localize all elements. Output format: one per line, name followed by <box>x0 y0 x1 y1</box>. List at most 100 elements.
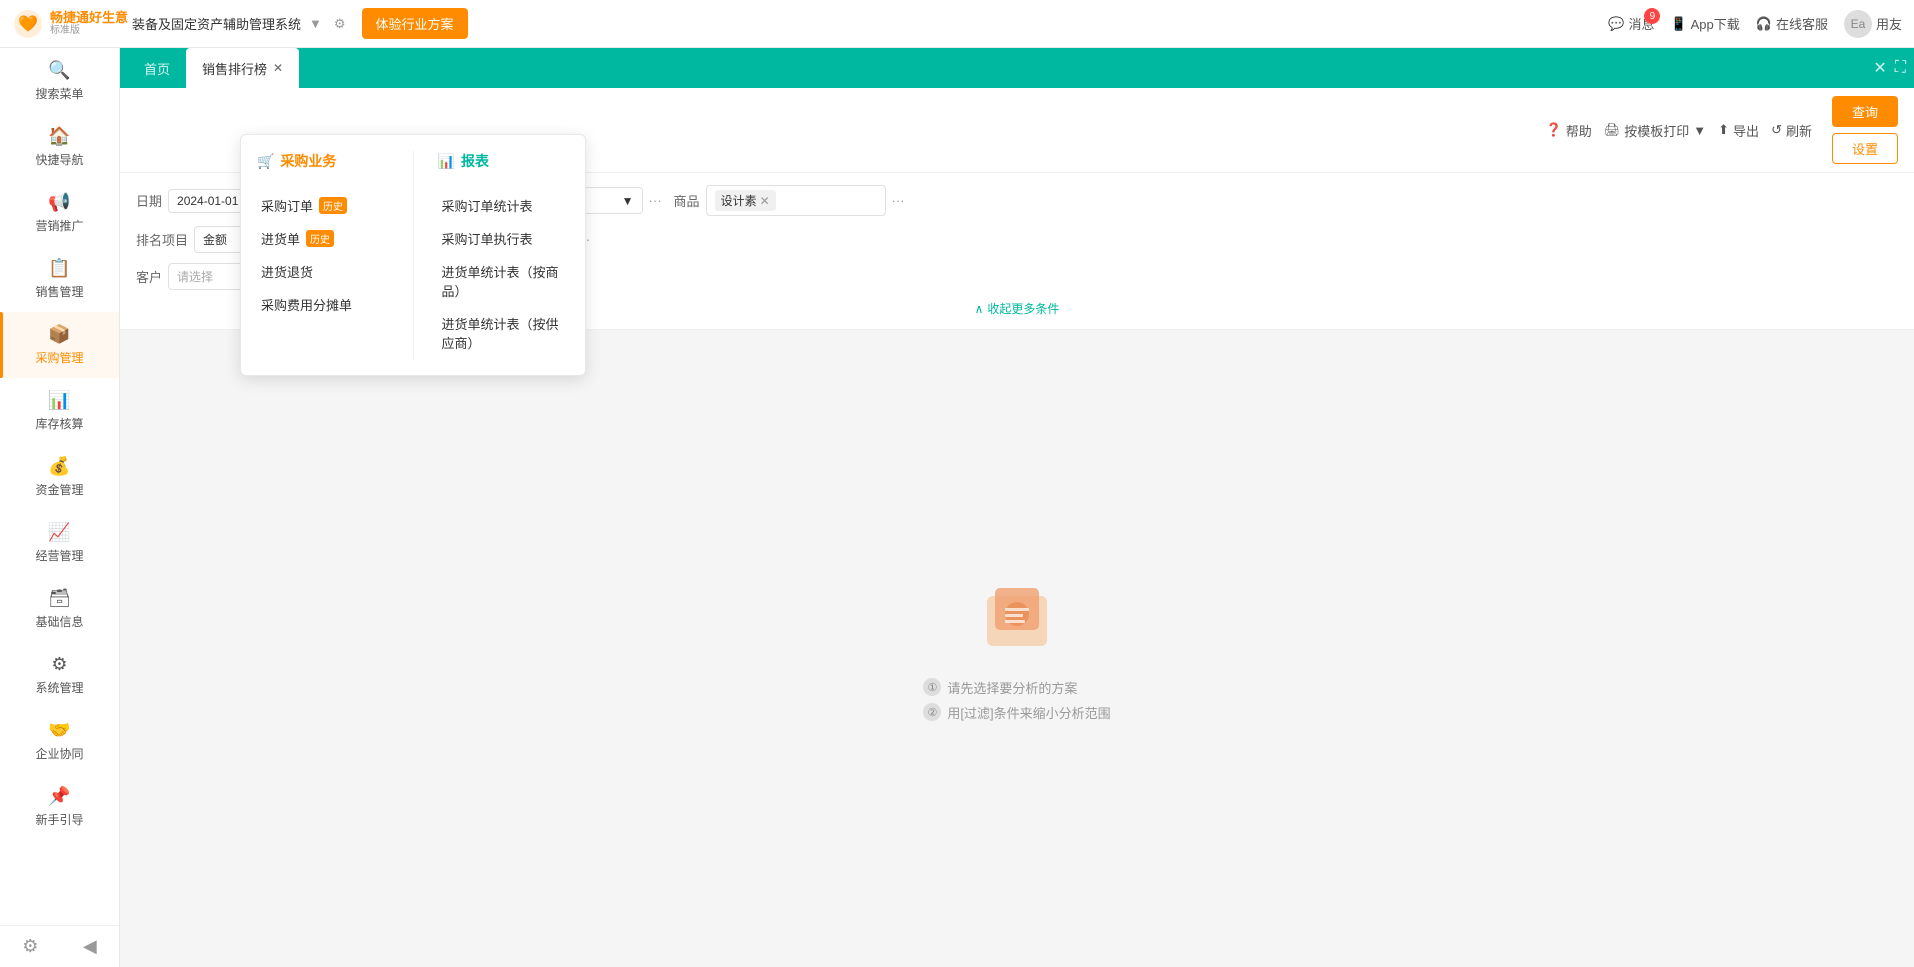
sidebar-item-guide[interactable]: 📌 新手引导 <box>0 774 119 840</box>
export-icon: ⬆ <box>1718 122 1729 138</box>
header-right: 💬 消息 9 📱 App下载 🎧 在线客服 Ea 用友 <box>1608 10 1902 38</box>
tab-sales-ranking-label: 销售排行榜 <box>202 59 267 78</box>
goods-dots[interactable]: ··· <box>892 193 905 208</box>
purchase-col: 🛒 采购业务 采购订单 历史 进货单 历史 进货退货 采购费用分摊单 <box>257 151 389 359</box>
purchase-col-icon: 🛒 <box>257 153 274 170</box>
goods-tag: 设计素 ✕ <box>715 190 776 211</box>
sidebar-label-inventory: 库存核算 <box>35 415 83 432</box>
empty-steps: ① 请先选择要分析的方案 ② 用[过滤]条件来缩小分析范围 <box>923 678 1110 722</box>
sidebar-label-basic: 基础信息 <box>35 613 83 630</box>
refresh-btn[interactable]: ↺ 刷新 <box>1771 121 1812 140</box>
query-btn[interactable]: 查询 <box>1832 96 1898 127</box>
top-header: 🧡 畅捷通好生意 标准版 装备及固定资产辅助管理系统 ▼ ⚙ 体验行业方案 💬 … <box>0 0 1914 48</box>
logo-area: 🧡 畅捷通好生意 标准版 <box>12 8 132 40</box>
print-btn[interactable]: 🖨 按模板打印 ▼ <box>1604 121 1706 140</box>
system-dropdown-arrow[interactable]: ▼ <box>309 16 322 31</box>
sidebar-item-sales[interactable]: 📋 销售管理 <box>0 246 119 312</box>
dropdown-item-inbound-stat-goods[interactable]: 进货单统计表（按商品） <box>438 255 570 307</box>
dropdown-item-inbound[interactable]: 进货单 历史 <box>257 222 389 255</box>
empty-step-1: ① 请先选择要分析的方案 <box>923 678 1110 697</box>
active-bar <box>0 312 3 378</box>
tab-home[interactable]: 首页 <box>128 48 186 88</box>
sidebar-collapse-icon[interactable]: ◀ <box>83 936 97 957</box>
hist-badge-inbound: 历史 <box>306 230 334 247</box>
voucher-status-arrow: ▼ <box>622 194 634 208</box>
print-dropdown-arrow[interactable]: ▼ <box>1693 123 1706 138</box>
sidebar-item-operations[interactable]: 📈 经营管理 <box>0 510 119 576</box>
purchase-dropdown-menu: 🛒 采购业务 采购订单 历史 进货单 历史 进货退货 采购费用分摊单 <box>240 134 586 376</box>
help-icon: ❓ <box>1546 122 1562 138</box>
message-icon: 💬 <box>1608 16 1624 32</box>
empty-step-2: ② 用[过滤]条件来缩小分析范围 <box>923 703 1110 722</box>
sidebar-label-enterprise: 企业协同 <box>35 745 83 762</box>
export-btn[interactable]: ⬆ 导出 <box>1718 121 1759 140</box>
svg-text:🧡: 🧡 <box>18 15 38 33</box>
sidebar-item-inventory[interactable]: 📊 库存核算 <box>0 378 119 444</box>
step-1-num: ① <box>923 678 941 696</box>
settings-btn[interactable]: 设置 <box>1832 133 1898 164</box>
tab-close-icon[interactable]: ✕ <box>273 61 283 75</box>
enterprise-icon: 🤝 <box>48 720 70 741</box>
sidebar-item-system[interactable]: ⚙ 系统管理 <box>0 642 119 708</box>
goods-tag-close[interactable]: ✕ <box>760 194 770 208</box>
voucher-status-dots[interactable]: ··· <box>649 193 662 208</box>
sidebar-item-enterprise[interactable]: 🤝 企业协同 <box>0 708 119 774</box>
sidebar-item-finance[interactable]: 💰 资金管理 <box>0 444 119 510</box>
app-download-item[interactable]: 📱 App下载 <box>1670 14 1739 33</box>
sidebar-item-purchase[interactable]: 📦 采购管理 <box>0 312 119 378</box>
home-icon: 🏠 <box>48 126 70 147</box>
logo-text: 畅捷通好生意 标准版 <box>50 10 128 38</box>
dropdown-item-purchase-order-stat[interactable]: 采购订单统计表 <box>438 189 570 222</box>
sidebar-label-quick-nav: 快捷导航 <box>35 151 83 168</box>
settings-icon[interactable]: ⚙ <box>334 16 346 32</box>
hist-badge-purchase-order: 历史 <box>319 197 347 214</box>
customer-label: 客户 <box>136 267 162 286</box>
header-center: 装备及固定资产辅助管理系统 ▼ ⚙ 体验行业方案 <box>132 8 1608 39</box>
tab-sales-ranking[interactable]: 销售排行榜 ✕ <box>186 48 299 88</box>
user-item[interactable]: Ea 用友 <box>1844 10 1902 38</box>
avatar: Ea <box>1844 10 1872 38</box>
tab-maximize-icon[interactable]: ⛶ <box>1895 59 1906 77</box>
empty-illustration <box>967 576 1067 666</box>
sidebar-label-search: 搜索菜单 <box>35 85 83 102</box>
tab-close-all-icon[interactable]: ✕ <box>1873 58 1886 78</box>
goods-label: 商品 <box>674 191 700 210</box>
purchase-icon: 📦 <box>48 324 70 345</box>
dropdown-item-purchase-order-exec[interactable]: 采购订单执行表 <box>438 222 570 255</box>
dropdown-item-purchase-order[interactable]: 采购订单 历史 <box>257 189 389 222</box>
collapse-btn[interactable]: ∧ 收起更多条件 <box>975 300 1060 317</box>
main-layout: 🔍 搜索菜单 🏠 快捷导航 📢 营销推广 📋 销售管理 📦 采购管理 📊 库存核… <box>0 48 1914 967</box>
date-label: 日期 <box>136 191 162 210</box>
marketing-icon: 📢 <box>48 192 70 213</box>
sidebar-item-basic[interactable]: 🗃 基础信息 <box>0 576 119 642</box>
empty-state: ① 请先选择要分析的方案 ② 用[过滤]条件来缩小分析范围 <box>120 330 1914 967</box>
industry-btn[interactable]: 体验行业方案 <box>362 8 468 39</box>
guide-icon: 📌 <box>48 786 70 807</box>
help-btn[interactable]: ❓ 帮助 <box>1546 121 1592 140</box>
sidebar-item-marketing[interactable]: 📢 营销推广 <box>0 180 119 246</box>
step-2-num: ② <box>923 703 941 721</box>
tab-bar-right: ✕ ⛶ <box>1873 58 1906 78</box>
sidebar-item-search[interactable]: 🔍 搜索菜单 <box>0 48 119 114</box>
dropdown-item-purchase-expense[interactable]: 采购费用分摊单 <box>257 288 389 321</box>
sidebar-bottom: ⚙ ◀ <box>0 925 119 967</box>
basic-icon: 🗃 <box>48 588 71 609</box>
goods-input[interactable]: 设计素 ✕ <box>706 185 886 216</box>
notification-badge: 9 <box>1644 8 1660 24</box>
sidebar-item-quick-nav[interactable]: 🏠 快捷导航 <box>0 114 119 180</box>
dropdown-item-inbound-return[interactable]: 进货退货 <box>257 255 389 288</box>
print-icon: 🖨 <box>1604 122 1621 138</box>
tab-bar: 首页 销售排行榜 ✕ ✕ ⛶ <box>120 48 1914 88</box>
online-service-item[interactable]: 🎧 在线客服 <box>1756 14 1828 33</box>
notifications-item[interactable]: 💬 消息 9 <box>1608 14 1654 33</box>
search-icon: 🔍 <box>48 60 70 81</box>
sales-icon: 📋 <box>48 258 70 279</box>
report-col-icon: 📊 <box>438 153 455 170</box>
report-col-title: 📊 报表 <box>438 151 570 177</box>
dropdown-item-inbound-stat-supplier[interactable]: 进货单统计表（按供应商） <box>438 307 570 359</box>
refresh-icon: ↺ <box>1771 122 1782 138</box>
sidebar-settings-icon[interactable]: ⚙ <box>22 936 38 957</box>
rank-label: 排名项目 <box>136 230 188 249</box>
content-area: 首页 销售排行榜 ✕ ✕ ⛶ ❓ 帮助 🖨 按模板打印 ▼ ⬆ <box>120 48 1914 967</box>
tab-home-label: 首页 <box>144 59 170 78</box>
